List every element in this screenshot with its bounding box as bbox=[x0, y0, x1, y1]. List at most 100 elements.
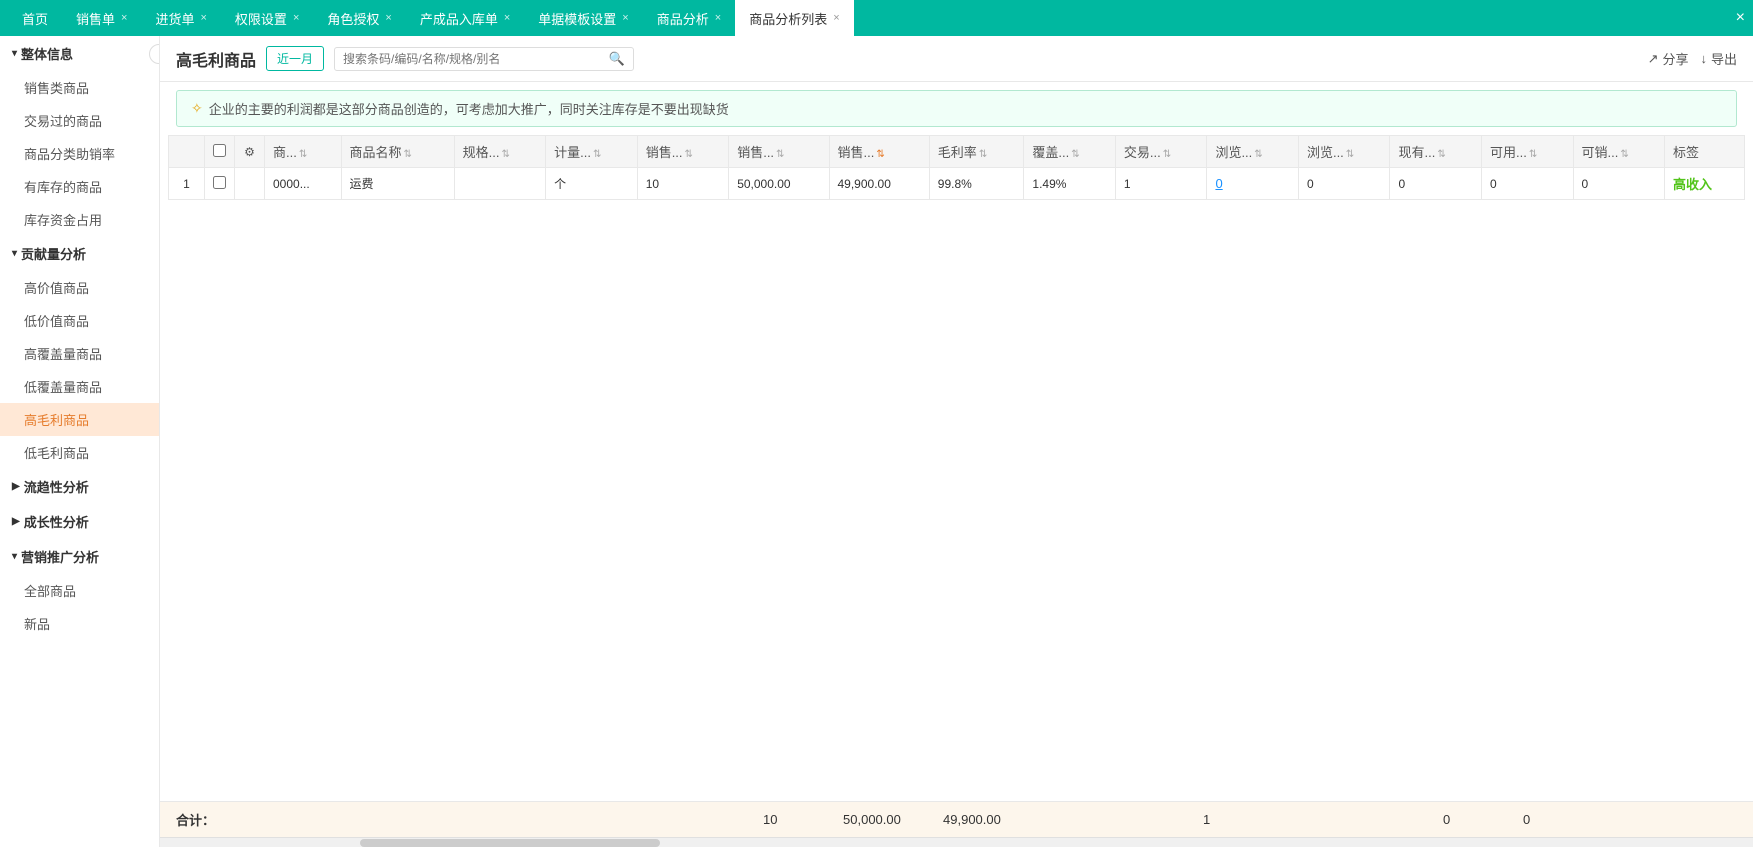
footer-spacer3 bbox=[555, 812, 675, 827]
nav-sales-order[interactable]: 销售单 × bbox=[62, 0, 141, 36]
search-icon[interactable]: 🔍 bbox=[609, 51, 625, 67]
sidebar-group-overall[interactable]: ▾ 整体信息 bbox=[0, 36, 159, 71]
table-wrapper[interactable]: ⚙ 商...⇅ 商品名称⇅ 规格...⇅ 计量...⇅ 销售...⇅ 销售...… bbox=[160, 135, 1753, 801]
nav-role-auth[interactable]: 角色授权 × bbox=[313, 0, 405, 36]
content-header: 高毛利商品 近一月 🔍 ↗ 分享 ↓ 导出 bbox=[160, 36, 1753, 82]
cell-trade: 1 bbox=[1115, 168, 1207, 200]
arrow-right-icon: ▶ bbox=[12, 516, 20, 527]
main-layout: 《 ▾ 整体信息 销售类商品 交易过的商品 商品分类助销率 有库存的商品 库存资… bbox=[0, 36, 1753, 847]
col-unit: 计量...⇅ bbox=[546, 136, 638, 168]
col-browse1: 浏览...⇅ bbox=[1207, 136, 1299, 168]
footer-sales-profit: 49,900.00 bbox=[935, 812, 1035, 827]
close-icon[interactable]: × bbox=[833, 12, 839, 24]
cell-sales-amount: 50,000.00 bbox=[729, 168, 829, 200]
col-tag: 标签 bbox=[1665, 136, 1745, 168]
scrollbar-thumb bbox=[360, 839, 660, 847]
sidebar-item-low-coverage[interactable]: 低覆盖量商品 bbox=[0, 370, 159, 403]
sidebar-item-traded-goods[interactable]: 交易过的商品 bbox=[0, 104, 159, 137]
close-icon[interactable]: × bbox=[385, 12, 391, 24]
close-icon[interactable]: × bbox=[200, 12, 206, 24]
sidebar-item-sales-goods[interactable]: 销售类商品 bbox=[0, 71, 159, 104]
table-row: 1 0000... 运费 个 10 50,000.00 49,900.00 99… bbox=[169, 168, 1745, 200]
cell-tag: 高收入 bbox=[1665, 168, 1745, 200]
footer-summary: 合计： 10 50,000.00 49,900.00 1 0 0 bbox=[160, 801, 1753, 837]
close-icon[interactable]: × bbox=[715, 12, 721, 24]
header-actions: ↗ 分享 ↓ 导出 bbox=[1648, 49, 1737, 68]
sidebar-item-all-goods[interactable]: 全部商品 bbox=[0, 574, 159, 607]
info-banner: ✧ 企业的主要的利润都是这部分商品创造的，可考虑加大推广，同时关注库存是不要出现… bbox=[176, 90, 1737, 127]
cell-cover-rate: 1.49% bbox=[1024, 168, 1116, 200]
sidebar-group-contribution[interactable]: ▾ 贡献量分析 bbox=[0, 236, 159, 271]
select-all-checkbox[interactable] bbox=[213, 144, 226, 157]
close-all-button[interactable]: × bbox=[1736, 9, 1745, 27]
sidebar: 《 ▾ 整体信息 销售类商品 交易过的商品 商品分类助销率 有库存的商品 库存资… bbox=[0, 36, 160, 847]
sidebar-item-low-value[interactable]: 低价值商品 bbox=[0, 304, 159, 337]
sidebar-item-in-stock-goods[interactable]: 有库存的商品 bbox=[0, 170, 159, 203]
col-available-stock: 可用...⇅ bbox=[1481, 136, 1573, 168]
col-gross-rate: 毛利率⇅ bbox=[929, 136, 1024, 168]
arrow-right-icon: ▶ bbox=[12, 481, 20, 492]
nav-purchase-order[interactable]: 进货单 × bbox=[141, 0, 220, 36]
col-browse2: 浏览...⇅ bbox=[1298, 136, 1390, 168]
arrow-down-icon: ▾ bbox=[12, 248, 17, 259]
sidebar-item-inventory-capital[interactable]: 库存资金占用 bbox=[0, 203, 159, 236]
nav-product-analysis-list[interactable]: 商品分析列表 × bbox=[735, 0, 853, 36]
close-icon[interactable]: × bbox=[504, 12, 510, 24]
cell-name: 运费 bbox=[341, 168, 454, 200]
nav-product-analysis[interactable]: 商品分析 × bbox=[643, 0, 735, 36]
nav-home[interactable]: 首页 bbox=[8, 0, 62, 36]
browse1-link[interactable]: 0 bbox=[1215, 176, 1222, 191]
cell-code: 0000... bbox=[265, 168, 342, 200]
sidebar-item-category-assist-rate[interactable]: 商品分类助销率 bbox=[0, 137, 159, 170]
row-checkbox[interactable] bbox=[213, 176, 226, 189]
nav-permission-settings[interactable]: 权限设置 × bbox=[221, 0, 313, 36]
close-icon[interactable]: × bbox=[293, 12, 299, 24]
col-sales-amount: 销售...⇅ bbox=[729, 136, 829, 168]
cell-spec bbox=[454, 168, 546, 200]
footer-spacer8 bbox=[1355, 812, 1435, 827]
col-trade: 交易...⇅ bbox=[1115, 136, 1207, 168]
share-button[interactable]: ↗ 分享 bbox=[1648, 49, 1689, 68]
footer-sales-amount: 50,000.00 bbox=[835, 812, 935, 827]
top-navigation: 首页 销售单 × 进货单 × 权限设置 × 角色授权 × 产成品入库单 × 单据… bbox=[0, 0, 1753, 36]
col-sales-profit: 销售...⇅ bbox=[829, 136, 929, 168]
sidebar-item-low-margin[interactable]: 低毛利商品 bbox=[0, 436, 159, 469]
sidebar-item-high-coverage[interactable]: 高覆盖量商品 bbox=[0, 337, 159, 370]
recent-month-filter[interactable]: 近一月 bbox=[266, 46, 324, 71]
nav-template-settings[interactable]: 单据模板设置 × bbox=[524, 0, 642, 36]
col-settings[interactable]: ⚙ bbox=[235, 136, 265, 168]
cell-saleable-stock: 0 bbox=[1573, 168, 1665, 200]
close-icon[interactable]: × bbox=[622, 12, 628, 24]
cell-available-stock: 0 bbox=[1481, 168, 1573, 200]
export-button[interactable]: ↓ 导出 bbox=[1700, 49, 1737, 68]
sidebar-group-flow-trend[interactable]: ▶ 流趋性分析 bbox=[0, 469, 159, 504]
footer-spacer1 bbox=[235, 812, 355, 827]
share-icon: ↗ bbox=[1648, 51, 1659, 67]
col-index bbox=[169, 136, 205, 168]
tag-badge: 高收入 bbox=[1673, 177, 1712, 192]
footer-current-stock: 0 bbox=[1435, 812, 1515, 827]
sidebar-item-high-margin[interactable]: 高毛利商品 bbox=[0, 403, 159, 436]
sidebar-item-new-goods[interactable]: 新品 bbox=[0, 607, 159, 640]
sidebar-item-high-value[interactable]: 高价值商品 bbox=[0, 271, 159, 304]
sidebar-group-marketing[interactable]: ▾ 营销推广分析 bbox=[0, 539, 159, 574]
col-spec: 规格...⇅ bbox=[454, 136, 546, 168]
cell-current-stock: 0 bbox=[1390, 168, 1482, 200]
close-icon[interactable]: × bbox=[121, 12, 127, 24]
footer-available-stock: 0 bbox=[1515, 812, 1595, 827]
search-box: 🔍 bbox=[334, 47, 634, 71]
col-name: 商品名称⇅ bbox=[341, 136, 454, 168]
search-input[interactable] bbox=[343, 52, 609, 66]
cell-checkbox bbox=[205, 168, 235, 200]
info-text: 企业的主要的利润都是这部分商品创造的，可考虑加大推广，同时关注库存是不要出现缺货 bbox=[209, 99, 729, 118]
col-current-stock: 现有...⇅ bbox=[1390, 136, 1482, 168]
col-sales-qty: 销售...⇅ bbox=[637, 136, 729, 168]
sidebar-group-growth[interactable]: ▶ 成长性分析 bbox=[0, 504, 159, 539]
horizontal-scrollbar[interactable] bbox=[160, 837, 1753, 847]
arrow-down-icon: ▾ bbox=[12, 48, 17, 59]
cell-browse2: 0 bbox=[1298, 168, 1390, 200]
content-area: 高毛利商品 近一月 🔍 ↗ 分享 ↓ 导出 ✧ 企业的主要的利润都是这部分商品创… bbox=[160, 36, 1753, 847]
nav-finished-goods[interactable]: 产成品入库单 × bbox=[406, 0, 524, 36]
col-cover-rate: 覆盖...⇅ bbox=[1024, 136, 1116, 168]
cell-browse1: 0 bbox=[1207, 168, 1299, 200]
